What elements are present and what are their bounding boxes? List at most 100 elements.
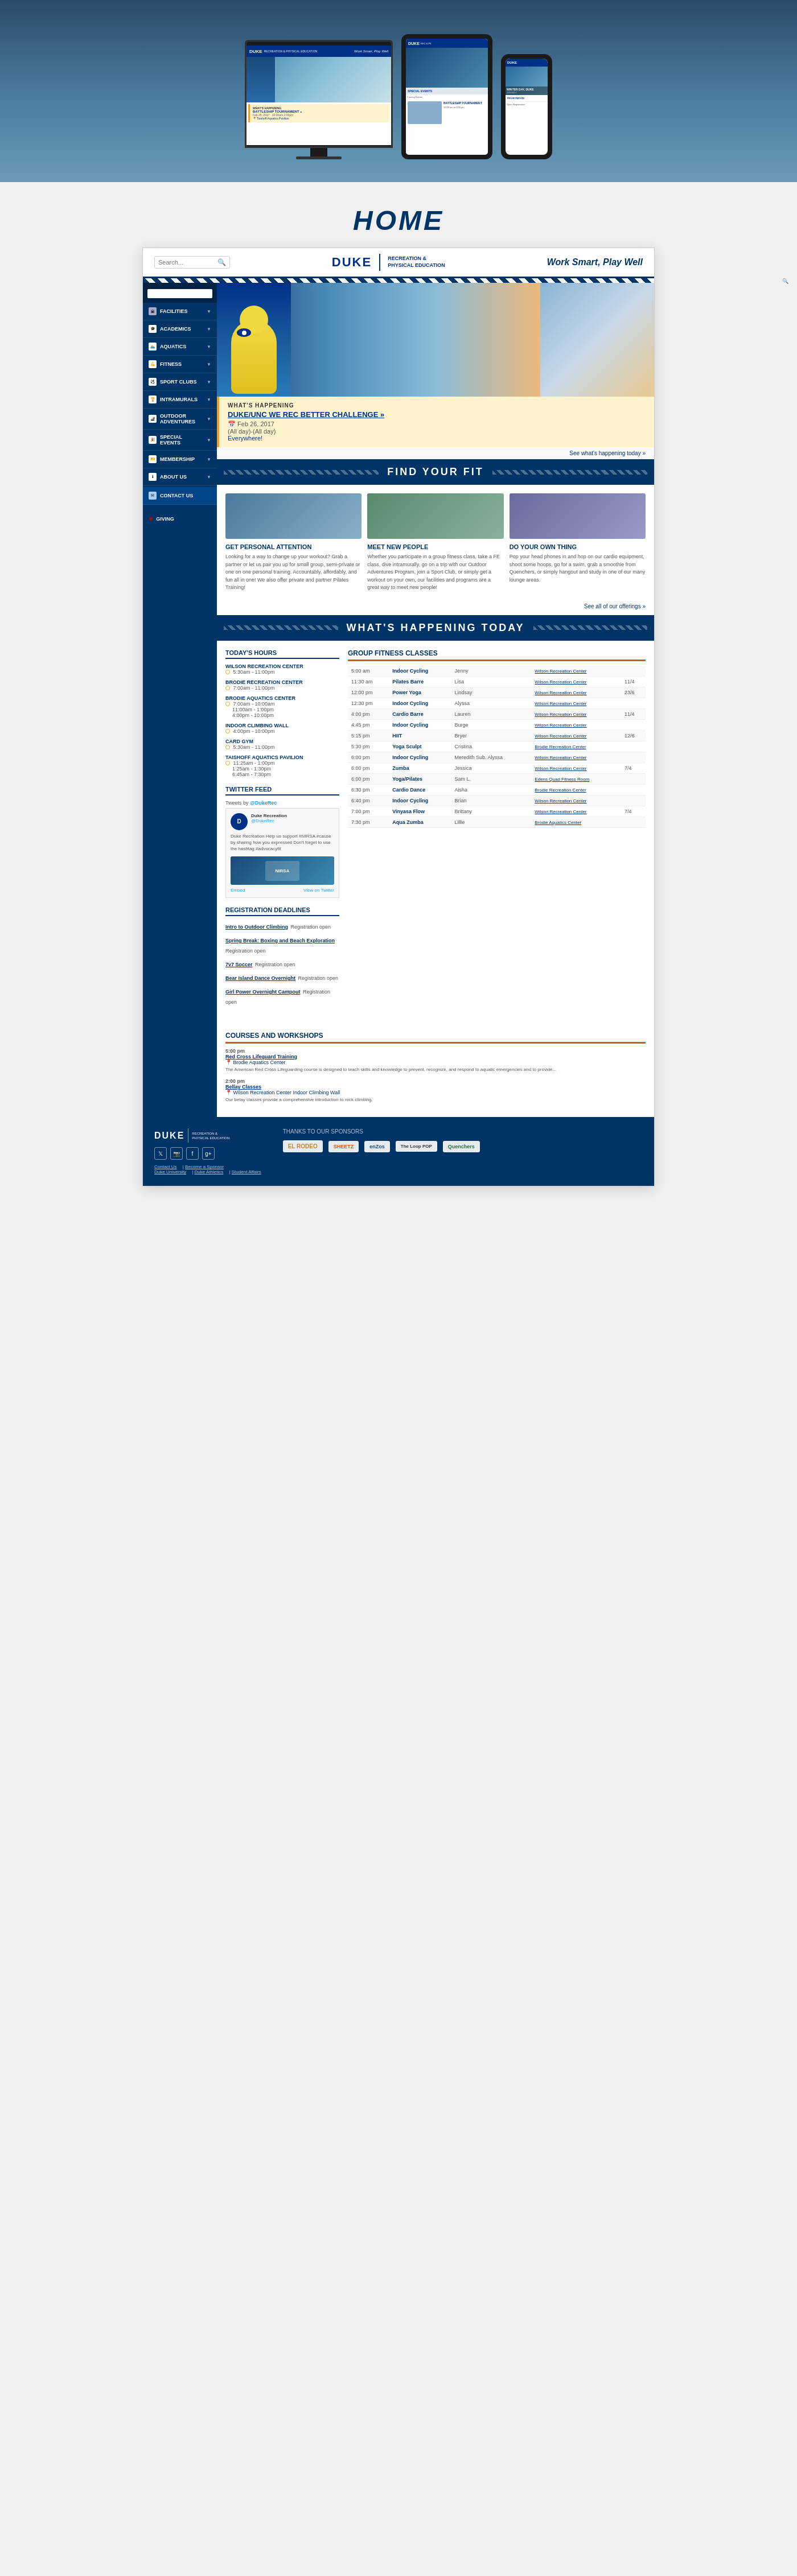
contact-us-footer-link[interactable]: Contact Us — [154, 1164, 177, 1169]
sidebar-search-input[interactable] — [147, 289, 212, 298]
mascot-area — [217, 283, 291, 397]
class-instructor-9: Jessica — [451, 763, 532, 773]
event-title-link[interactable]: DUKE/UNC WE REC BETTER CHALLENGE » — [228, 410, 646, 419]
location-icon-1: 📍 — [225, 1090, 232, 1095]
taishoff-h3: 6:45am - 7:30pm — [225, 772, 339, 777]
wilson-hours: WILSON RECREATION CENTER 5:30am - 11:00p… — [225, 663, 339, 675]
class-time-1: 11:30 am — [348, 676, 389, 687]
class-spots-12 — [621, 795, 646, 806]
class-location-0[interactable]: Wilson Recreation Center — [531, 666, 621, 677]
reg-link-2[interactable]: 7v7 Soccer — [225, 962, 253, 967]
home-title: HOME — [0, 205, 797, 236]
class-location-7[interactable]: Brodie Recreation Center — [531, 741, 621, 752]
class-location-3[interactable]: Wilson Recreation Center — [531, 698, 621, 708]
class-location-10[interactable]: Edens Quad Fitness Room — [531, 773, 621, 784]
sidebar-item-about-us[interactable]: ℹ About Us ▼ — [143, 468, 217, 486]
class-time-2: 12:00 pm — [348, 687, 389, 698]
sidebar-item-intramurals[interactable]: 🏆 Intramurals ▼ — [143, 391, 217, 409]
reg-item-4: Girl Power Overnight Campout Registratio… — [225, 986, 339, 1006]
class-location-2[interactable]: Wilson Recreation Center — [531, 687, 621, 698]
see-more-link[interactable]: See what's happening today » — [217, 447, 654, 459]
sidebar-search-container[interactable]: 🔍 — [143, 283, 217, 303]
fit-card-title-own: DO YOUR OWN THING — [510, 543, 646, 550]
sidebar-item-facilities[interactable]: 🏛 Facilities ▼ — [143, 303, 217, 320]
duke-logo-text: DUKE — [332, 255, 372, 270]
whats-happening-label: WHAT'S HAPPENING — [228, 402, 646, 409]
class-spots-1: 11/4 — [621, 676, 646, 687]
brodie-aquatics-h1: 7:00am - 10:00am — [225, 701, 339, 707]
sidebar-item-aquatics[interactable]: 🏊 Aquatics ▼ — [143, 338, 217, 356]
class-location-9[interactable]: Wilson Recreation Center — [531, 763, 621, 773]
reg-link-0[interactable]: Intro to Outdoor Climbing — [225, 924, 288, 930]
tweets-label: Tweets by @DukeRec — [225, 800, 339, 806]
class-location-5[interactable]: Wilson Recreation Center — [531, 719, 621, 730]
fit-card-personal: GET PERSONAL ATTENTION Looking for a way… — [225, 493, 361, 592]
instagram-social-icon[interactable]: 📷 — [170, 1147, 183, 1160]
duke-university-link[interactable]: Duke University — [154, 1169, 186, 1174]
reg-item-3: Bear Island Dance Overnight Registration… — [225, 972, 339, 982]
class-location-6[interactable]: Wilson Recreation Center — [531, 730, 621, 741]
sidebar-item-outdoor-adventures[interactable]: 🏕 Outdoor Adventures ▼ — [143, 409, 217, 430]
sidebar-search-icon[interactable]: 🔍 — [782, 278, 788, 284]
chevron-down-icon-membership: ▼ — [207, 457, 211, 462]
class-instructor-1: Lisa — [451, 676, 532, 687]
course-name-0[interactable]: Red Cross Lifeguard Training — [225, 1054, 646, 1060]
registration-title: REGISTRATION DEADLINES — [225, 906, 339, 916]
sidebar-item-giving[interactable]: ♥ Giving — [143, 510, 217, 527]
search-input[interactable] — [158, 259, 215, 266]
reg-item-1: Spring Break: Boxing and Beach Explorati… — [225, 934, 339, 955]
class-name-5: Indoor Cycling — [389, 719, 451, 730]
course-time-0: 5:00 pm — [225, 1048, 646, 1054]
class-name-0: Indoor Cycling — [389, 666, 451, 677]
see-offerings-link[interactable]: See all of our offerings » — [217, 600, 654, 615]
class-location-4[interactable]: Wilson Recreation Center — [531, 708, 621, 719]
duke-athletics-link[interactable]: Duke Athletics — [195, 1169, 224, 1174]
clock-icon-wilson — [225, 670, 230, 674]
sidebar-item-sport-clubs[interactable]: ⚽ Sport Clubs ▼ — [143, 373, 217, 391]
class-location-14[interactable]: Brodie Aquatics Center — [531, 817, 621, 827]
sidebar-item-contact-us[interactable]: ✉ Contact Us — [143, 487, 217, 505]
class-row-2: 12:00 pm Power Yoga Lindsay Wilson Recre… — [348, 687, 646, 698]
facebook-social-icon[interactable]: f — [186, 1147, 199, 1160]
class-row-0: 5:00 am Indoor Cycling Jenny Wilson Recr… — [348, 666, 646, 677]
fitness-class-table: 5:00 am Indoor Cycling Jenny Wilson Recr… — [348, 666, 646, 828]
fit-card-title-meet: MEET NEW PEOPLE — [367, 543, 503, 550]
footer-logo-text: DUKE — [154, 1131, 184, 1141]
hours-section: TODAY'S HOURS WILSON RECREATION CENTER 5… — [225, 649, 339, 777]
student-affairs-link[interactable]: Student Affairs — [232, 1169, 261, 1174]
brodie-aquatics-name: BRODIE AQUATICS CENTER — [225, 695, 339, 701]
brodie-aquatics-h3: 4:00pm - 10:00pm — [225, 712, 339, 718]
class-name-12: Indoor Cycling — [389, 795, 451, 806]
search-icon[interactable]: 🔍 — [217, 258, 226, 266]
chevron-down-icon-facilities: ▼ — [207, 309, 211, 314]
class-location-8[interactable]: Wilson Recreation Center — [531, 752, 621, 763]
view-on-twitter[interactable]: View on Twitter — [303, 888, 334, 893]
googleplus-social-icon[interactable]: g+ — [202, 1147, 215, 1160]
class-instructor-10: Sam L. — [451, 773, 532, 784]
header-search[interactable]: 🔍 — [154, 256, 230, 269]
footer-sub-text: RECREATION & PHYSICAL EDUCATION — [192, 1131, 229, 1141]
sidebar-item-membership[interactable]: 🎫 Membership ▼ — [143, 451, 217, 468]
class-location-1[interactable]: Wilson Recreation Center — [531, 676, 621, 687]
contact-icon: ✉ — [149, 492, 157, 500]
class-location-11[interactable]: Brodie Recreation Center — [531, 784, 621, 795]
class-spots-7 — [621, 741, 646, 752]
class-spots-14 — [621, 817, 646, 827]
become-sponsor-link[interactable]: Become a Sponsor — [185, 1164, 224, 1169]
card-gym-hours: CARD GYM 5:30am - 11:00pm — [225, 739, 339, 750]
twitter-social-icon[interactable]: 𝕏 — [154, 1147, 167, 1160]
reg-link-3[interactable]: Bear Island Dance Overnight — [225, 975, 295, 981]
class-location-13[interactable]: Wilson Recreation Center — [531, 806, 621, 817]
sidebar-item-academics[interactable]: 🎓 Academics ▼ — [143, 320, 217, 338]
sidebar-item-fitness[interactable]: 💪 Fitness ▼ — [143, 356, 217, 373]
reg-link-1[interactable]: Spring Break: Boxing and Beach Explorati… — [225, 938, 335, 943]
class-location-12[interactable]: Wilson Recreation Center — [531, 795, 621, 806]
sidebar-item-special-events[interactable]: 🎉 Special Events ▼ — [143, 430, 217, 451]
special-events-icon: 🎉 — [149, 436, 157, 444]
sponsor-enzos: enZos — [364, 1141, 390, 1152]
course-name-1[interactable]: Bellay Classes — [225, 1084, 646, 1090]
class-time-5: 4:45 pm — [348, 719, 389, 730]
reg-link-4[interactable]: Girl Power Overnight Campout — [225, 989, 301, 995]
chevron-down-icon-about: ▼ — [207, 475, 211, 480]
class-instructor-12: Brian — [451, 795, 532, 806]
